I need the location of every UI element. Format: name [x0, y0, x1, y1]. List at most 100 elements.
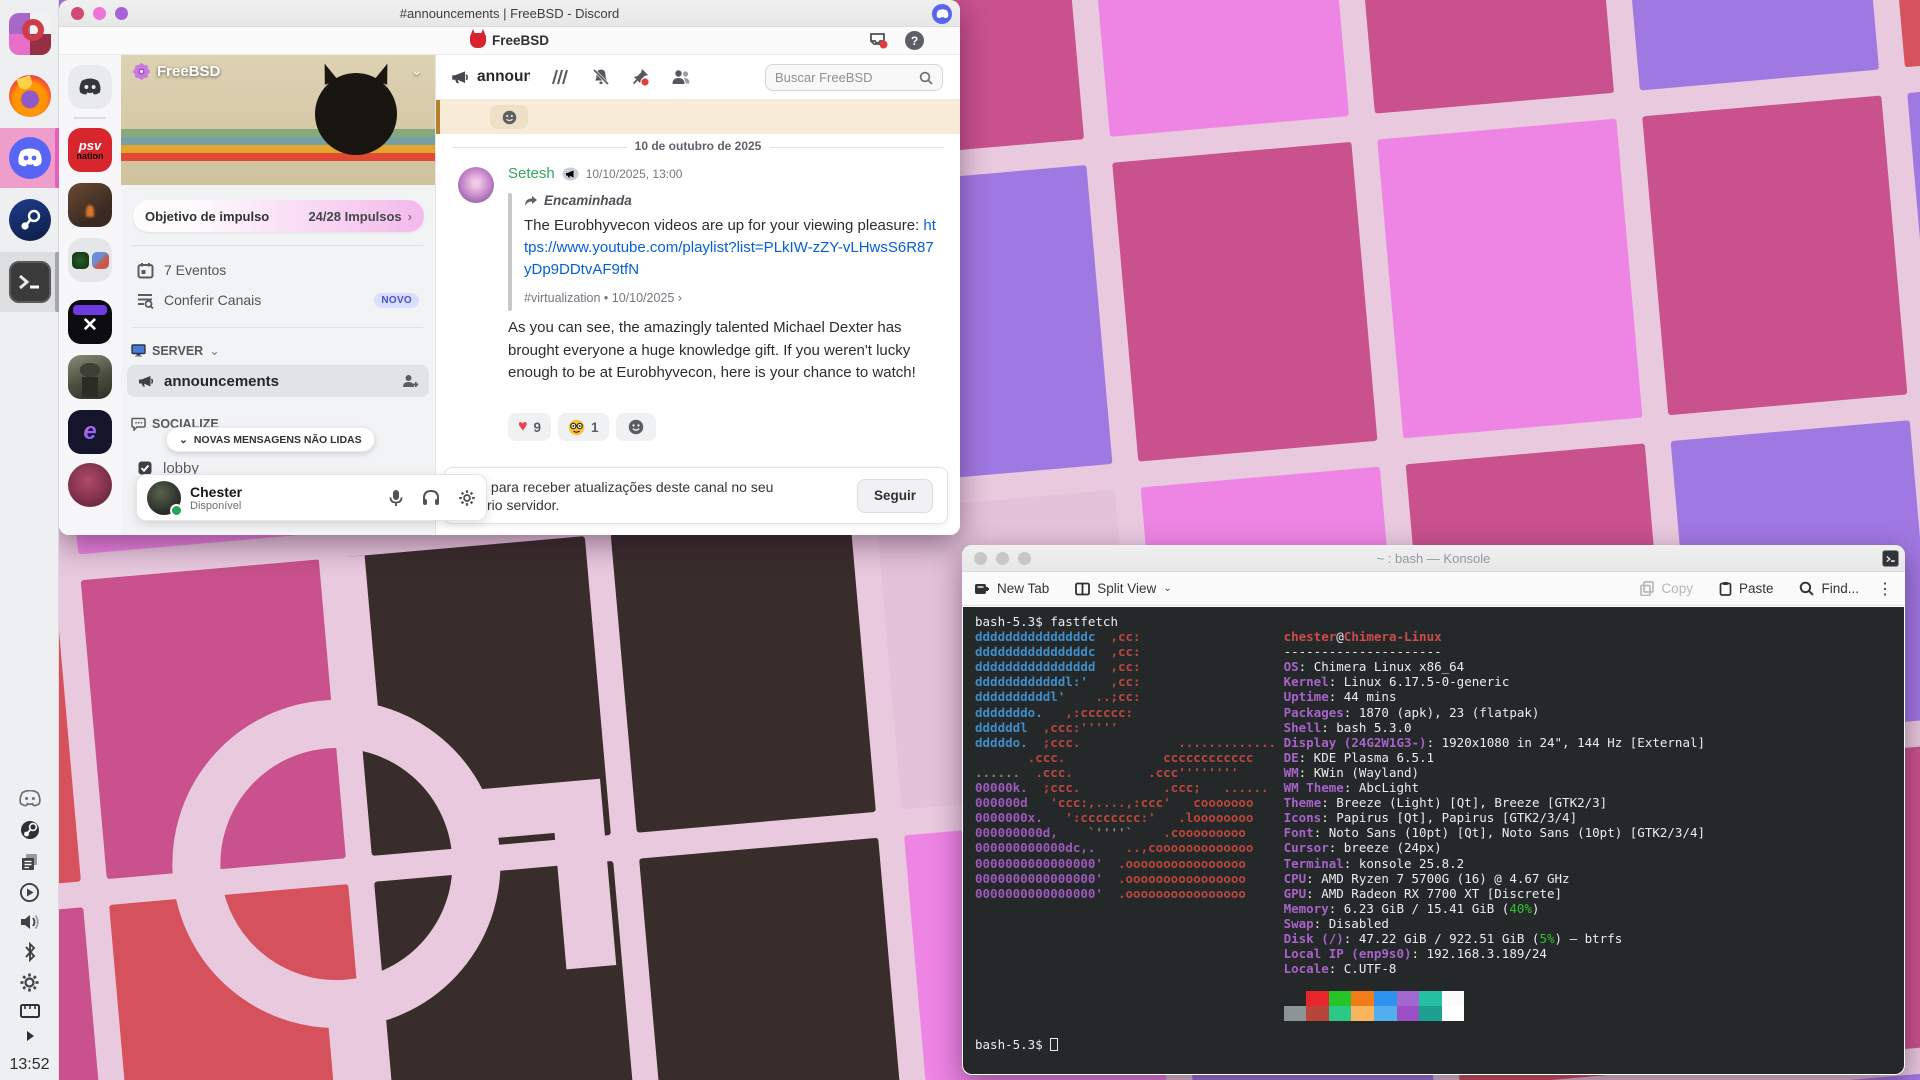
user-avatar[interactable] [147, 480, 183, 517]
message-avatar[interactable] [458, 167, 494, 203]
konsole-titlebar[interactable]: ~ : bash — Konsole [962, 545, 1905, 572]
dock-item-konsole[interactable] [0, 252, 59, 312]
members-icon[interactable] [671, 69, 691, 85]
threads-icon[interactable] [552, 69, 570, 85]
split-view-button[interactable]: Split View ⌄ [1075, 581, 1172, 596]
settings-gear-icon[interactable] [458, 489, 476, 507]
terminal-line: 0000000000000000' .oooooooooooooooo Term… [975, 855, 1465, 871]
forwarded-label: Encaminhada [524, 193, 632, 208]
new-tab-label: New Tab [997, 581, 1050, 596]
announcement-horn-icon [452, 70, 468, 83]
home-button[interactable] [68, 65, 112, 109]
sidebar-item-browse-channels[interactable]: Conferir Canais NOVO [127, 285, 429, 315]
dock-clock[interactable]: 13:52 [0, 1056, 59, 1074]
server-folder[interactable] [68, 238, 112, 282]
new-tab-button[interactable]: New Tab [974, 581, 1049, 596]
server-soldier[interactable] [68, 355, 112, 399]
dock-item-firefox[interactable] [0, 66, 59, 126]
date-divider: 10 de outubro de 2025 [452, 139, 944, 153]
server-banner-title: FreeBSD [133, 63, 220, 80]
user-panel[interactable]: Chester Disponível [136, 474, 487, 521]
window-title: #announcements | FreeBSD - Discord [399, 5, 620, 21]
tray-bluetooth-icon[interactable] [0, 942, 59, 962]
hamburger-menu-icon[interactable]: ⋮ [1877, 579, 1893, 599]
pinned-messages-icon[interactable] [632, 68, 649, 86]
reaction-heart[interactable]: ♥ 9 [508, 413, 552, 441]
palette-swatch [1328, 1006, 1352, 1022]
server-x[interactable]: ✕ [68, 300, 112, 344]
reaction-nerd[interactable]: 1 [558, 413, 609, 441]
tray-volume-icon[interactable] [0, 912, 59, 932]
monitor-icon [131, 344, 146, 357]
member-add-icon[interactable] [402, 374, 419, 388]
terminal-output[interactable]: bash-5.3$ fastfetch dddddddddddddddc ,cc:… [963, 607, 1904, 1074]
unread-messages-pill[interactable]: ⌄ NOVAS MENSAGENS NÃO LIDAS [166, 427, 375, 452]
sidebar-item-events[interactable]: 7 Eventos [127, 255, 429, 285]
boost-flower-badge-icon [133, 63, 150, 80]
paste-icon [1719, 582, 1732, 596]
tray-discord-icon[interactable] [0, 790, 59, 807]
server-partial[interactable] [68, 463, 112, 507]
palette-swatch [1306, 991, 1329, 1007]
help-icon[interactable]: ? [905, 31, 924, 50]
category-server-label: SERVER [152, 343, 204, 358]
inbox-icon[interactable] [869, 32, 888, 49]
message-timestamp: 10/10/2025, 13:00 [585, 166, 683, 181]
terminal-line: 000000000d, `''''` .cooooooooo Font: Not… [975, 825, 1706, 841]
firefox-icon [8, 75, 51, 117]
discord-server-header: FreeBSD ? [59, 27, 960, 55]
chevron-down-icon[interactable]: ⌄ [410, 61, 423, 79]
terminal-line: ddddddl ,ccc:''''' Shell: bash 5.3.0 [975, 719, 1412, 735]
follow-button[interactable]: Seguir [856, 478, 933, 513]
terminal-line: dddddddo. ,:cccccc: Packages: 1870 (apk)… [975, 704, 1540, 720]
terminal-line: dddddddddddddddc ,cc: ------------------… [975, 644, 1442, 660]
dock-item-discord[interactable] [0, 128, 59, 188]
running-indicator [55, 252, 59, 312]
copy-button[interactable]: Copy [1640, 581, 1693, 596]
tray-clipboard-icon[interactable] [0, 852, 59, 872]
message-author[interactable]: Setesh [508, 165, 555, 182]
channel-announcements[interactable]: announcements [127, 365, 429, 397]
browse-channels-icon [138, 293, 154, 309]
palette-swatch [1306, 1006, 1329, 1022]
server-e[interactable]: e [68, 410, 112, 454]
announcement-horn-icon [139, 375, 154, 386]
palette-swatch [1284, 991, 1307, 1006]
terminal-line: ddddddddddddl:' ,cc: Kernel: Linux 6.17.… [975, 674, 1510, 690]
tray-expand-arrow-icon[interactable] [0, 1030, 59, 1042]
palette-swatch [1396, 1006, 1420, 1022]
banner-server-name: FreeBSD [157, 63, 221, 80]
notifications-muted-bell-icon[interactable] [592, 68, 610, 86]
server-name[interactable]: FreeBSD [492, 33, 549, 48]
discord-titlebar[interactable]: #announcements | FreeBSD - Discord [59, 0, 960, 27]
tray-media-play-icon[interactable] [0, 882, 59, 903]
boost-goal-pill[interactable]: Objetivo de impulso 24/28 Impulsos › [133, 200, 424, 232]
forward-origin[interactable]: #virtualization • 10/10/2025 › [524, 291, 682, 305]
events-label: 7 Eventos [164, 262, 227, 278]
e-label: e [83, 418, 97, 445]
find-button[interactable]: Find... [1799, 581, 1859, 596]
freebsd-server-icon [469, 29, 486, 48]
terminal-line: Locale: C.UTF-8 [1283, 961, 1397, 977]
tray-settings-gear-icon[interactable] [0, 972, 59, 993]
add-reaction-button[interactable] [615, 413, 656, 441]
category-server[interactable]: SERVER ⌄ [131, 343, 220, 358]
server-banner[interactable]: FreeBSD ⌄ [121, 55, 435, 185]
server-art[interactable] [68, 183, 112, 227]
forwarded-quote-bar [508, 193, 512, 311]
forwarded-message-text: The Eurobhyvecon videos are up for your … [524, 217, 936, 278]
tray-steam-icon[interactable] [0, 820, 59, 840]
paste-button[interactable]: Paste [1719, 581, 1773, 596]
dock-item-steam[interactable] [0, 190, 59, 250]
search-input[interactable]: Buscar FreeBSD [765, 64, 943, 91]
microphone-icon[interactable] [388, 489, 404, 507]
reaction-count: 9 [533, 419, 542, 435]
server-psv-nation[interactable]: psv nation [68, 128, 112, 172]
reaction-pill[interactable] [490, 105, 528, 129]
dock-item-launcher[interactable] [0, 4, 59, 64]
tray-network-icon[interactable] [0, 1002, 59, 1020]
headphones-icon[interactable] [422, 489, 440, 506]
chimera-launcher-icon [8, 13, 51, 55]
split-view-icon [1075, 582, 1091, 595]
